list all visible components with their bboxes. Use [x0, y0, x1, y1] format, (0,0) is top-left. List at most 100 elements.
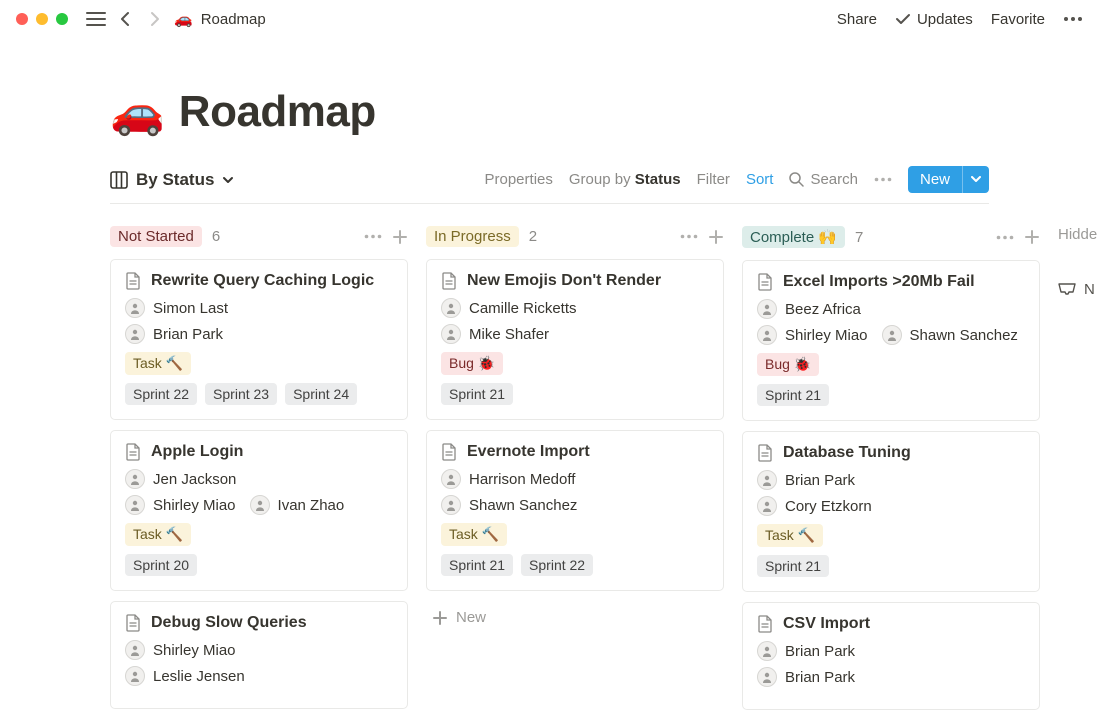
add-card-button[interactable]: New — [426, 601, 724, 634]
inbox-item[interactable]: N — [1058, 281, 1099, 298]
view-label: By Status — [136, 170, 214, 190]
avatar — [125, 298, 145, 318]
person-name: Brian Park — [153, 326, 223, 343]
menu-icon[interactable] — [86, 11, 106, 27]
board-card[interactable]: Debug Slow Queries Shirley Miao Leslie Jen… — [110, 601, 408, 709]
avatar — [441, 469, 461, 489]
person-row: Brian Park — [757, 667, 1025, 687]
person-name: Mike Shafer — [469, 326, 549, 343]
column-add-icon[interactable] — [708, 229, 724, 245]
person: Harrison Medoff — [441, 469, 575, 489]
sprint-tag: Sprint 24 — [285, 383, 357, 405]
person-row: Mike Shafer — [441, 324, 709, 344]
new-button-dropdown[interactable] — [962, 166, 989, 193]
person: Shirley Miao — [125, 495, 236, 515]
card-title: Database Tuning — [783, 444, 911, 462]
more-menu-icon[interactable] — [1063, 16, 1083, 22]
person-row: Beez Africa — [757, 299, 1025, 319]
avatar — [441, 495, 461, 515]
column-count: 2 — [529, 228, 537, 245]
minimize-window-icon[interactable] — [36, 13, 48, 25]
column-status-pill[interactable]: Complete 🙌 — [742, 226, 845, 248]
board-column: Not Started6Rewrite Query Caching LogicS… — [110, 222, 408, 720]
card-sprints: Sprint 22Sprint 23Sprint 24 — [125, 383, 393, 405]
column-header: Not Started6 — [110, 222, 408, 259]
column-status-pill[interactable]: In Progress — [426, 226, 519, 247]
board-view-icon — [110, 171, 128, 189]
toolbar-more-icon[interactable] — [874, 177, 892, 182]
updates-button[interactable]: Updates — [895, 11, 973, 28]
person-name: Shirley Miao — [153, 497, 236, 514]
chevron-down-icon — [222, 176, 234, 184]
card-people: Brian Park Cory Etzkorn — [757, 470, 1025, 516]
person-row: Shirley MiaoShawn Sanchez — [757, 325, 1025, 345]
close-window-icon[interactable] — [16, 13, 28, 25]
column-more-icon[interactable] — [996, 235, 1014, 240]
properties-button[interactable]: Properties — [485, 171, 553, 188]
page-title[interactable]: Roadmap — [179, 87, 376, 137]
person-row: Cory Etzkorn — [757, 496, 1025, 516]
card-title: Evernote Import — [467, 443, 590, 461]
column-add-icon[interactable] — [1024, 229, 1040, 245]
person-row: Simon Last — [125, 298, 393, 318]
board-card[interactable]: Apple LoginJen JacksonShirley MiaoIvan Z… — [110, 430, 408, 591]
page-doc-icon — [125, 614, 141, 632]
board-card[interactable]: New Emojis Don't RenderCamille RickettsM… — [426, 259, 724, 420]
card-tags: Task 🔨 — [441, 523, 709, 546]
board-card[interactable]: CSV ImportBrian ParkBrian Park — [742, 602, 1040, 710]
person: Brian Park — [757, 667, 855, 687]
fullscreen-window-icon[interactable] — [56, 13, 68, 25]
card-people: Shirley Miao Leslie Jensen — [125, 640, 393, 686]
person-row: Shirley Miao — [125, 640, 393, 660]
share-button[interactable]: Share — [837, 11, 877, 28]
board-card[interactable]: Rewrite Query Caching LogicSimon LastBri… — [110, 259, 408, 420]
column-add-icon[interactable] — [392, 229, 408, 245]
page-doc-icon — [757, 273, 773, 291]
back-button[interactable] — [118, 11, 134, 27]
page-doc-icon — [757, 615, 773, 633]
column-more-icon[interactable] — [364, 234, 382, 239]
search-button[interactable]: Search — [789, 171, 858, 188]
type-tag: Task 🔨 — [441, 523, 507, 546]
person-row: Brian Park — [757, 470, 1025, 490]
person: Cory Etzkorn — [757, 496, 872, 516]
view-switcher[interactable]: By Status — [110, 170, 234, 190]
board-card[interactable]: Evernote ImportHarrison MedoffShawn Sanc… — [426, 430, 724, 591]
avatar — [757, 667, 777, 687]
hidden-column[interactable]: HiddeN — [1058, 222, 1099, 720]
card-title: Excel Imports >20Mb Fail — [783, 273, 975, 291]
person: Shirley Miao — [125, 640, 236, 660]
breadcrumb-icon: 🚗 — [174, 10, 193, 28]
favorite-button[interactable]: Favorite — [991, 11, 1045, 28]
person-name: Leslie Jensen — [153, 668, 245, 685]
type-tag: Task 🔨 — [125, 523, 191, 546]
sort-button[interactable]: Sort — [746, 171, 774, 188]
updates-label: Updates — [917, 11, 973, 28]
person-name: Shirley Miao — [153, 642, 236, 659]
board-card[interactable]: Database TuningBrian ParkCory EtzkornTas… — [742, 431, 1040, 592]
person-row: Shirley MiaoIvan Zhao — [125, 495, 393, 515]
new-button[interactable]: New — [908, 166, 989, 193]
checkmark-icon — [895, 11, 911, 27]
page-icon[interactable]: 🚗 — [110, 86, 165, 138]
column-status-pill[interactable]: Not Started — [110, 226, 202, 247]
group-by-button[interactable]: Group by Status — [569, 171, 681, 188]
breadcrumb-title: Roadmap — [201, 11, 266, 28]
sprint-tag: Sprint 23 — [205, 383, 277, 405]
window-traffic-lights — [16, 13, 68, 25]
person: Shirley Miao — [757, 325, 868, 345]
card-title: Debug Slow Queries — [151, 614, 307, 632]
person-row: Camille Ricketts — [441, 298, 709, 318]
groupby-prefix: Group by — [569, 171, 635, 188]
person: Mike Shafer — [441, 324, 549, 344]
sprint-tag: Sprint 20 — [125, 554, 197, 576]
card-people: Jen JacksonShirley MiaoIvan Zhao — [125, 469, 393, 515]
person: Beez Africa — [757, 299, 861, 319]
breadcrumb[interactable]: 🚗 Roadmap — [174, 10, 266, 28]
person: Brian Park — [757, 470, 855, 490]
board-card[interactable]: Excel Imports >20Mb Fail Beez Africa Shirl… — [742, 260, 1040, 421]
column-more-icon[interactable] — [680, 234, 698, 239]
avatar — [125, 469, 145, 489]
card-people: Beez Africa Shirley MiaoShawn Sanchez — [757, 299, 1025, 345]
filter-button[interactable]: Filter — [697, 171, 730, 188]
